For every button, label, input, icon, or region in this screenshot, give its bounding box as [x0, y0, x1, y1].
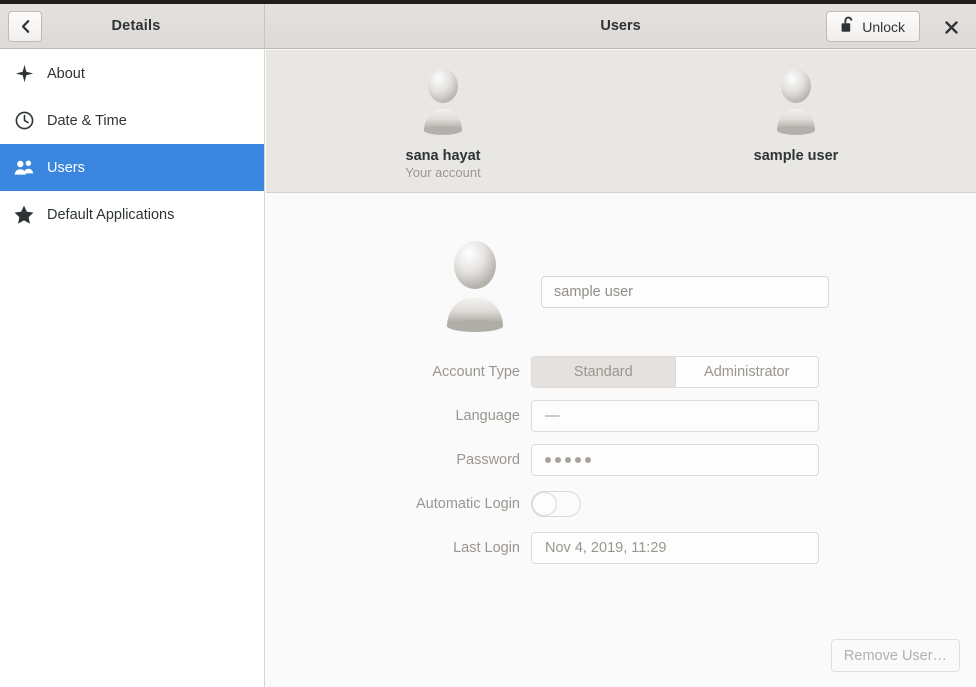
users-panel: sana hayat Your account sample user samp…	[266, 50, 976, 687]
chevron-left-icon	[19, 19, 32, 34]
settings-window: Details Users Unlock About Date & Time U…	[0, 0, 976, 687]
full-name-input[interactable]: sample user	[541, 276, 829, 308]
sidebar-item-label: Date & Time	[47, 112, 127, 129]
close-window-button[interactable]	[936, 12, 966, 42]
language-label: Language	[455, 408, 520, 424]
header-bar: Details Users Unlock	[0, 4, 976, 49]
account-type-control: Standard Administrator	[531, 356, 819, 388]
carousel-user-item[interactable]: sana hayat Your account	[343, 67, 543, 180]
language-control: —	[531, 400, 819, 432]
sparkle-star-icon	[10, 62, 38, 86]
last-login-value[interactable]: Nov 4, 2019, 11:29	[531, 532, 819, 564]
carousel-user-name: sample user	[753, 148, 839, 164]
carousel-user-subtitle: Your account	[405, 165, 481, 180]
row-automatic-login: Automatic Login	[266, 487, 976, 521]
avatar	[415, 69, 471, 141]
sidebar: About Date & Time Users Default Applicat…	[0, 50, 265, 687]
account-type-segmented[interactable]: Standard Administrator	[531, 356, 819, 388]
account-type-option-standard[interactable]: Standard	[532, 357, 675, 387]
user-carousel: sana hayat Your account sample user	[266, 50, 976, 193]
close-icon	[944, 20, 958, 34]
toggle-knob	[532, 492, 557, 516]
password-value[interactable]	[531, 444, 819, 476]
padlock-unlocked-icon	[841, 16, 855, 38]
header-left-section: Details	[0, 4, 265, 48]
password-control	[531, 444, 819, 476]
unlock-button[interactable]: Unlock	[826, 11, 920, 42]
carousel-user-item[interactable]: sample user	[696, 67, 896, 165]
user-avatar-large[interactable]	[436, 239, 514, 340]
sidebar-item-about[interactable]: About	[0, 50, 264, 97]
automatic-login-toggle[interactable]	[531, 491, 581, 517]
back-button[interactable]	[8, 10, 42, 42]
last-login-label: Last Login	[453, 540, 520, 556]
people-icon	[10, 156, 38, 180]
user-details-form: sample user Account Type Standard Admini…	[266, 193, 976, 686]
password-dots	[545, 457, 591, 463]
row-account-type: Account Type Standard Administrator	[266, 355, 976, 389]
sidebar-item-users[interactable]: Users	[0, 144, 264, 191]
row-password: Password	[266, 443, 976, 477]
carousel-user-name: sana hayat	[405, 148, 481, 164]
row-last-login: Last Login Nov 4, 2019, 11:29	[266, 531, 976, 565]
avatar	[768, 69, 824, 141]
automatic-login-control	[531, 491, 581, 517]
language-value[interactable]: —	[531, 400, 819, 432]
sidebar-item-label: Users	[47, 159, 85, 176]
sidebar-item-date-time[interactable]: Date & Time	[0, 97, 264, 144]
account-type-option-administrator[interactable]: Administrator	[674, 357, 818, 387]
row-language: Language —	[266, 399, 976, 433]
last-login-control: Nov 4, 2019, 11:29	[531, 532, 819, 564]
clock-icon	[10, 109, 38, 133]
sidebar-item-label: Default Applications	[47, 206, 175, 223]
star-icon	[10, 203, 38, 227]
sidebar-item-label: About	[47, 65, 85, 82]
header-right-section: Users Unlock	[265, 4, 976, 48]
password-label: Password	[456, 452, 520, 468]
sidebar-panel-title: Details	[111, 18, 161, 34]
sidebar-item-default-applications[interactable]: Default Applications	[0, 191, 264, 238]
automatic-login-label: Automatic Login	[416, 496, 520, 512]
remove-user-button[interactable]: Remove User…	[831, 639, 960, 672]
full-name-value: sample user	[554, 284, 633, 300]
unlock-label: Unlock	[862, 18, 905, 35]
account-type-label: Account Type	[432, 364, 520, 380]
